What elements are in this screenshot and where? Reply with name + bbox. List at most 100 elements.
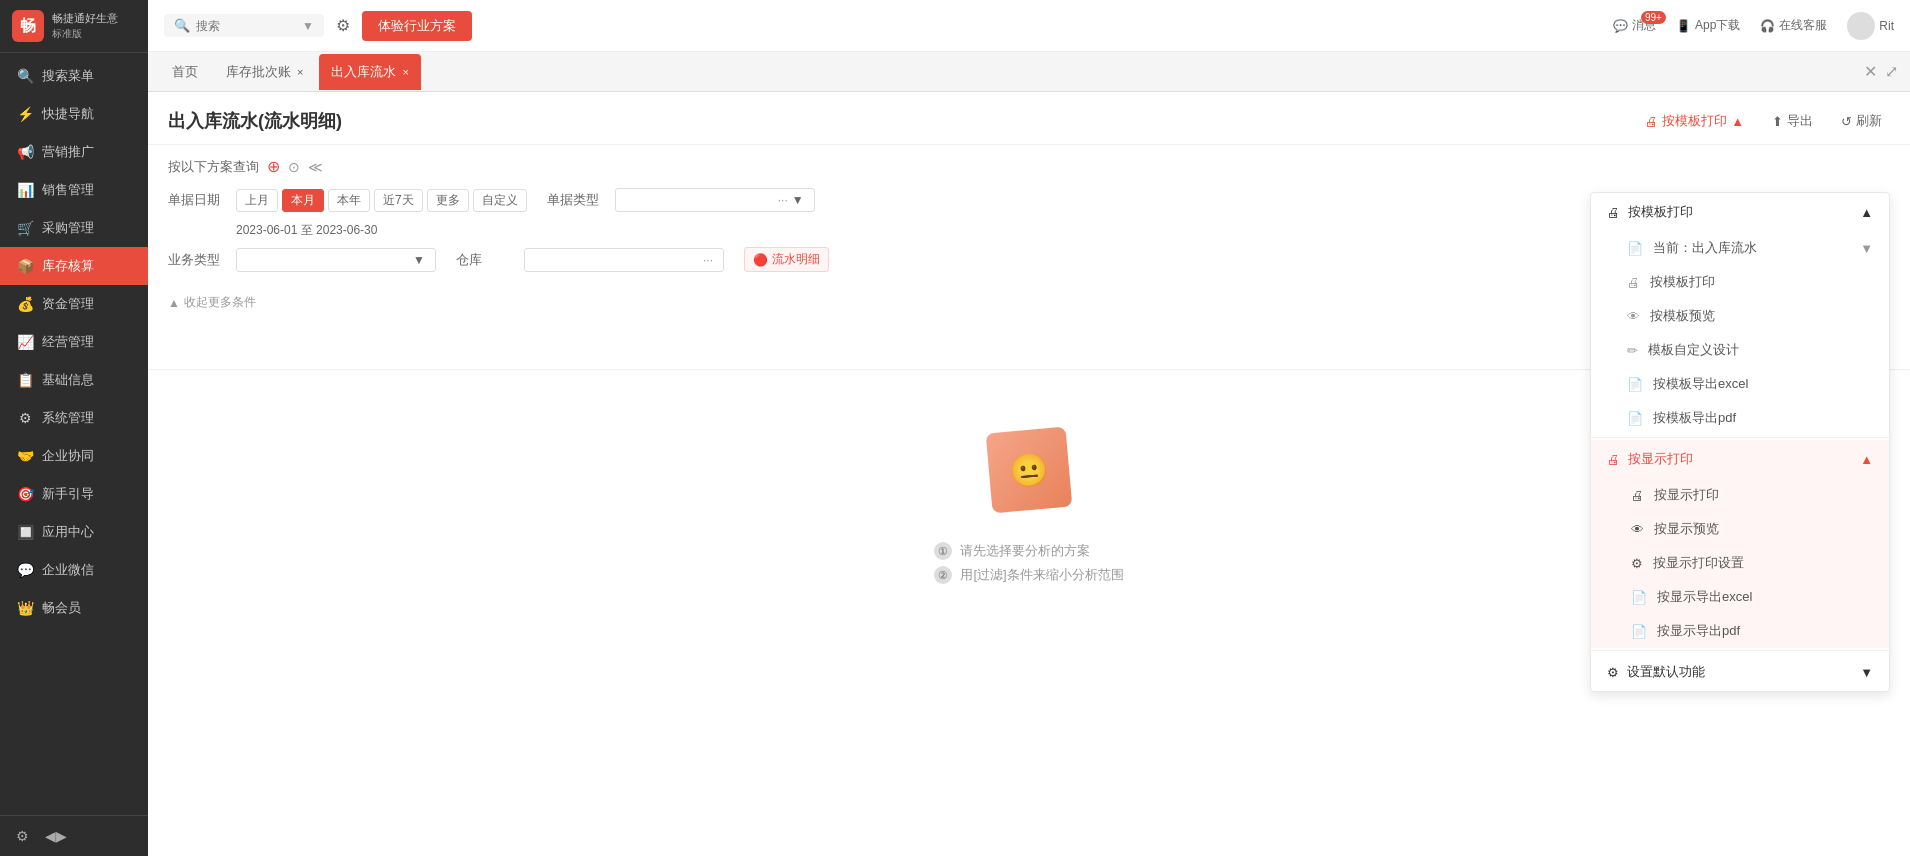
sidebar-item-wechat[interactable]: 💬 企业微信 — [0, 551, 148, 589]
export-button[interactable]: ⬆ 导出 — [1764, 108, 1821, 134]
warehouse-label: 仓库 — [456, 251, 516, 269]
content-area: 出入库流水(流水明细) 🖨 按模板打印 ▲ ⬆ 导出 ↺ 刷新 — [148, 92, 1910, 856]
date-btn-this-year[interactable]: 本年 — [328, 189, 370, 212]
purchase-icon: 🛒 — [16, 220, 34, 236]
dropdown-display-preview[interactable]: 👁 按显示预览 — [1591, 512, 1889, 546]
date-btn-last-month[interactable]: 上月 — [236, 189, 278, 212]
online-service-button[interactable]: 🎧 在线客服 — [1760, 17, 1827, 34]
template-excel-icon: 📄 — [1627, 377, 1643, 392]
sidebar-item-finance[interactable]: 💰 资金管理 — [0, 285, 148, 323]
doc-type-label: 单据类型 — [547, 191, 607, 209]
sales-icon: 📊 — [16, 182, 34, 198]
date-btn-more[interactable]: 更多 — [427, 189, 469, 212]
sidebar-item-quick-nav[interactable]: ⚡ 快捷导航 — [0, 95, 148, 133]
doc-type-more[interactable]: ··· — [778, 193, 788, 207]
toggle-sidebar-icon[interactable]: ◀▶ — [45, 828, 67, 844]
tab-close-batch[interactable]: × — [297, 66, 303, 78]
biz-type-label: 业务类型 — [168, 251, 228, 269]
search-input[interactable] — [196, 19, 296, 33]
dropdown-display-excel[interactable]: 📄 按显示导出excel — [1591, 580, 1889, 614]
sidebar-item-sales[interactable]: 📊 销售管理 — [0, 171, 148, 209]
avatar — [1847, 12, 1875, 40]
dropdown-divider-2 — [1591, 650, 1889, 651]
tab-close-inout[interactable]: × — [402, 66, 408, 78]
step-text-1: 请先选择要分析的方案 — [960, 542, 1090, 560]
sidebar-item-operation[interactable]: 📈 经营管理 — [0, 323, 148, 361]
dropdown-footer[interactable]: ⚙ 设置默认功能 ▼ — [1591, 653, 1889, 691]
empty-icon: 😐 — [979, 430, 1079, 530]
sidebar-item-marketing[interactable]: 📢 营销推广 — [0, 133, 148, 171]
tab-close-icon[interactable]: ✕ — [1864, 62, 1877, 81]
printer-icon: 🖨 — [1645, 114, 1658, 129]
warehouse-select[interactable]: ··· — [524, 248, 724, 272]
app-download-button[interactable]: 📱 App下载 — [1676, 17, 1740, 34]
date-btn-7days[interactable]: 近7天 — [374, 189, 423, 212]
default-settings-icon: ⚙ — [1607, 665, 1619, 680]
sidebar-item-inventory[interactable]: 📦 库存核算 — [0, 247, 148, 285]
date-btn-this-month[interactable]: 本月 — [282, 189, 324, 212]
sidebar-item-member[interactable]: 👑 畅会员 — [0, 589, 148, 627]
filter-tag-waterflow[interactable]: 🔴 流水明细 — [744, 247, 829, 272]
app-center-icon: 🔲 — [16, 524, 34, 540]
tab-inout-flow[interactable]: 出入库流水 × — [319, 54, 420, 90]
tab-batch-account[interactable]: 库存批次账 × — [214, 54, 315, 90]
template-print-label: 按模板打印 — [1650, 273, 1715, 291]
dropdown-display-print[interactable]: 🖨 按显示打印 — [1591, 478, 1889, 512]
message-button[interactable]: 💬 消息 99+ — [1613, 17, 1656, 34]
date-range-text: 2023-06-01 至 2023-06-30 — [236, 223, 377, 237]
operation-icon: 📈 — [16, 334, 34, 350]
sidebar-item-basic-info[interactable]: 📋 基础信息 — [0, 361, 148, 399]
tabbar-right: ✕ ⤢ — [1864, 62, 1898, 81]
template-print-section[interactable]: 🖨 按模板打印 ▲ — [1591, 193, 1889, 231]
sidebar-logo: 畅 畅捷通好生意 标准版 — [0, 0, 148, 53]
dropdown-display-pdf[interactable]: 📄 按显示导出pdf — [1591, 614, 1889, 648]
dropdown-template-preview[interactable]: 👁 按模板预览 — [1591, 299, 1889, 333]
date-btn-custom[interactable]: 自定义 — [473, 189, 527, 212]
dropdown-template-pdf[interactable]: 📄 按模板导出pdf — [1591, 401, 1889, 435]
sidebar-item-purchase[interactable]: 🛒 采购管理 — [0, 209, 148, 247]
filter-add-icon[interactable]: ⊕ — [267, 157, 280, 176]
dropdown-template-print[interactable]: 🖨 按模板打印 — [1591, 265, 1889, 299]
dropdown-display-settings[interactable]: ⚙ 按显示打印设置 — [1591, 546, 1889, 580]
current-template-label: 当前：出入库流水 — [1653, 239, 1757, 257]
sidebar-item-search-menu[interactable]: 🔍 搜索菜单 — [0, 57, 148, 95]
trial-button[interactable]: 体验行业方案 — [362, 11, 472, 41]
dropdown-template-design[interactable]: ✏ 模板自定义设计 — [1591, 333, 1889, 367]
biz-type-select[interactable]: ▼ — [236, 248, 436, 272]
tab-home[interactable]: 首页 — [160, 54, 210, 90]
user-avatar-area[interactable]: Rit — [1847, 12, 1894, 40]
display-print-section-header[interactable]: 🖨 按显示打印 ▲ — [1591, 440, 1889, 478]
display-excel-label: 按显示导出excel — [1657, 588, 1752, 606]
empty-icon-box: 😐 — [986, 427, 1073, 514]
gear-icon[interactable]: ⚙ — [336, 16, 350, 35]
dropdown-template-excel[interactable]: 📄 按模板导出excel — [1591, 367, 1889, 401]
sidebar-item-enterprise[interactable]: 🤝 企业协同 — [0, 437, 148, 475]
sidebar-item-guide[interactable]: 🎯 新手引导 — [0, 475, 148, 513]
print-button[interactable]: 🖨 按模板打印 ▲ — [1637, 108, 1752, 134]
warehouse-more[interactable]: ··· — [703, 253, 713, 267]
tag-label: 流水明细 — [772, 251, 820, 268]
enterprise-icon: 🤝 — [16, 448, 34, 464]
sidebar-item-app-center[interactable]: 🔲 应用中心 — [0, 513, 148, 551]
template-pdf-icon: 📄 — [1627, 411, 1643, 426]
template-design-icon: ✏ — [1627, 343, 1638, 358]
template-print-header-icon: 🖨 — [1607, 205, 1620, 220]
settings-icon[interactable]: ⚙ — [16, 828, 29, 844]
empty-steps: ① 请先选择要分析的方案 ② 用[过滤]条件来缩小分析范围 — [934, 542, 1123, 584]
topbar-search[interactable]: 🔍 ▼ — [164, 14, 324, 37]
sidebar-item-system[interactable]: ⚙ 系统管理 — [0, 399, 148, 437]
tab-expand-icon[interactable]: ⤢ — [1885, 62, 1898, 81]
export-icon: ⬆ — [1772, 114, 1783, 129]
filter-collapse-icon[interactable]: ≪ — [308, 159, 323, 175]
search-dropdown-icon[interactable]: ▼ — [302, 19, 314, 33]
filter-settings-icon[interactable]: ⊙ — [288, 159, 300, 175]
topbar-right: 💬 消息 99+ 📱 App下载 🎧 在线客服 Rit — [1613, 12, 1894, 40]
dropdown-current-template[interactable]: 📄 当前：出入库流水 ▼ — [1591, 231, 1889, 265]
refresh-button[interactable]: ↺ 刷新 — [1833, 108, 1890, 134]
display-pdf-icon: 📄 — [1631, 624, 1647, 639]
username: Rit — [1879, 19, 1894, 33]
message-icon: 💬 — [1613, 19, 1628, 33]
inventory-icon: 📦 — [16, 258, 34, 274]
collapse-up-icon: ▲ — [168, 296, 180, 310]
doc-type-select[interactable]: ··· ▼ — [615, 188, 815, 212]
